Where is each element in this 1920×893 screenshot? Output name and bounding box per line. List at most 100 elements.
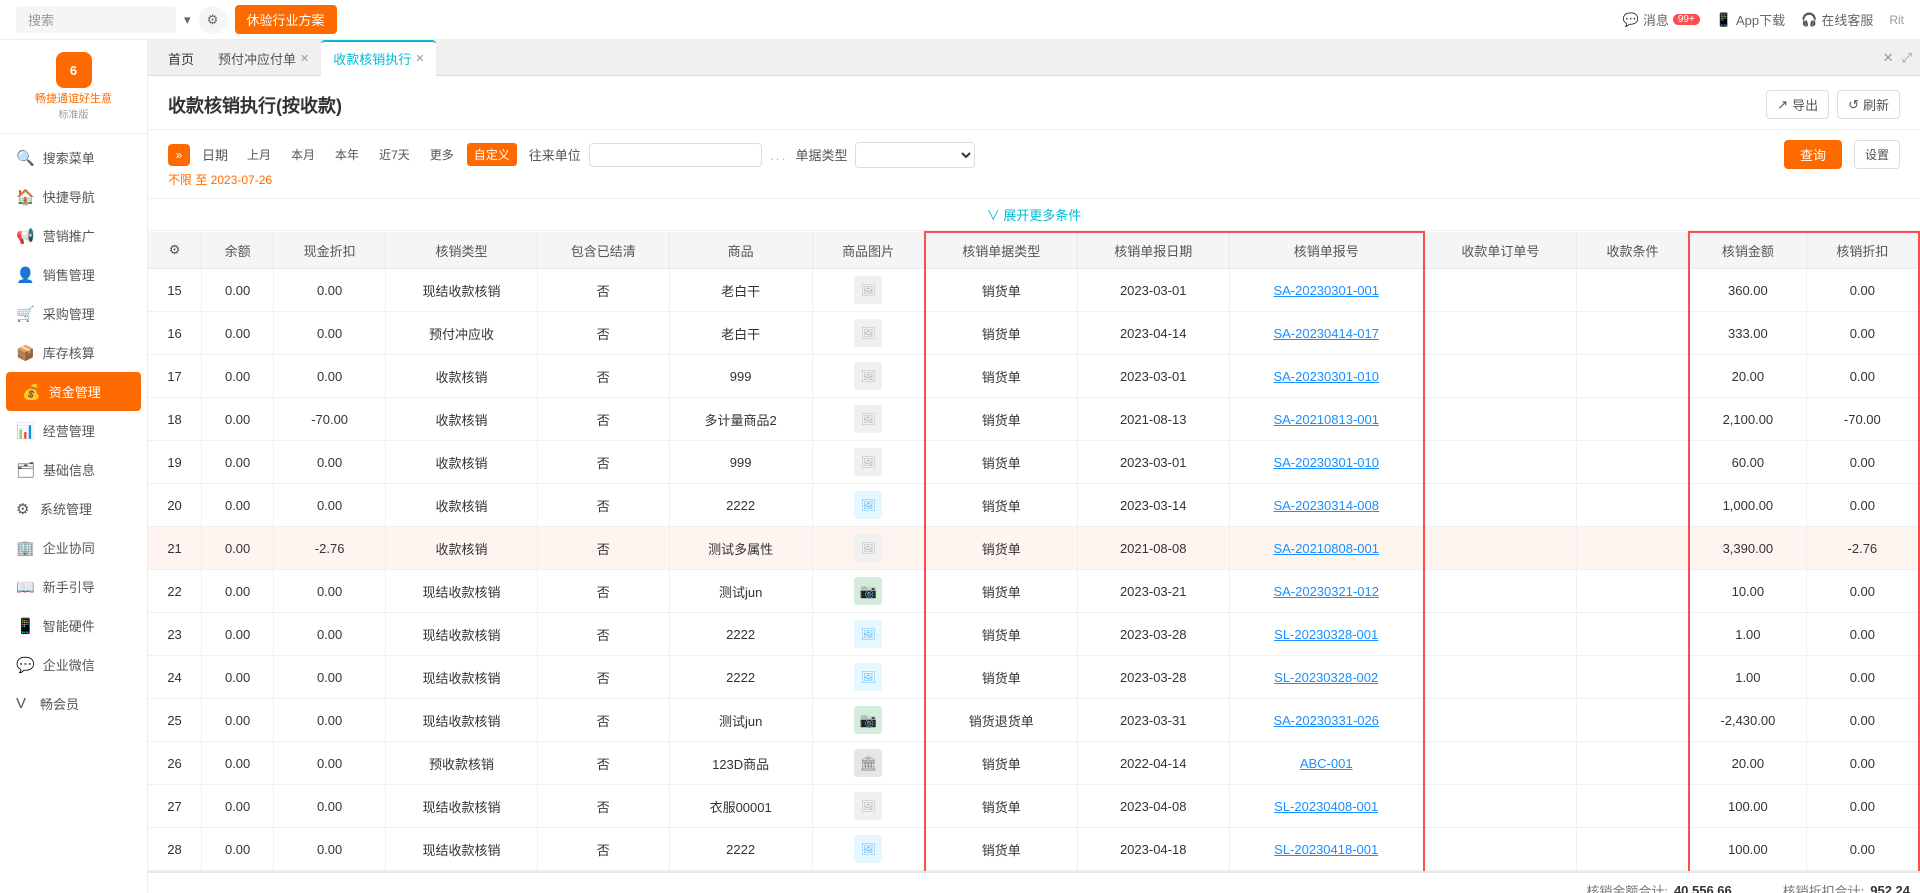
export-button[interactable]: ↗ 导出 <box>1766 90 1829 119</box>
cell-writeoff-bill-no[interactable]: SA-20230314-008 <box>1229 484 1424 527</box>
online-service-entry[interactable]: 🎧 在线客服 <box>1801 10 1873 29</box>
sidebar-item-sales[interactable]: 👤 销售管理 <box>0 255 147 294</box>
sidebar-item-search-menu[interactable]: 🔍 搜索菜单 <box>0 138 147 177</box>
cell-writeoff-bill-no[interactable]: SA-20230301-010 <box>1229 355 1424 398</box>
sidebar-item-finance[interactable]: 💰 资金管理 <box>6 372 141 411</box>
cell-writeoff-bill-no[interactable]: SA-20230301-010 <box>1229 441 1424 484</box>
refresh-button[interactable]: ↺ 刷新 <box>1837 90 1900 119</box>
tab-collection-writeoff[interactable]: 收款核销执行 ✕ <box>321 40 436 76</box>
cell-writeoff-discount: -2.76 <box>1806 527 1919 570</box>
tab-prepay[interactable]: 预付冲应付单 ✕ <box>206 40 321 76</box>
date-btn-custom[interactable]: 自定义 <box>467 143 517 166</box>
cell-writeoff-bill-no[interactable]: SL-20230328-001 <box>1229 613 1424 656</box>
user-name[interactable]: Rit <box>1889 13 1904 27</box>
date-btn-7days[interactable]: 近7天 <box>372 143 417 166</box>
cell-collection-condition <box>1576 785 1689 828</box>
cell-writeoff-discount: 0.00 <box>1806 656 1919 699</box>
cell-include-cleared: 否 <box>537 742 669 785</box>
cell-writeoff-bill-no[interactable]: SA-20210813-001 <box>1229 398 1424 441</box>
date-btn-more[interactable]: 更多 <box>423 143 461 166</box>
search-placeholder: 搜索 <box>28 13 54 28</box>
cell-writeoff-amount: 100.00 <box>1689 828 1806 871</box>
sidebar-item-label: 搜索菜单 <box>43 148 95 167</box>
sidebar-item-quick-nav[interactable]: 🏠 快捷导航 <box>0 177 147 216</box>
cell-collection-order-no <box>1424 398 1577 441</box>
message-entry[interactable]: 💬 消息 99+ <box>1623 10 1700 29</box>
cell-writeoff-bill-no[interactable]: SL-20230328-002 <box>1229 656 1424 699</box>
app-icon: 📱 <box>1716 12 1732 28</box>
cell-writeoff-bill-no[interactable]: SA-20230414-017 <box>1229 312 1424 355</box>
tab-home[interactable]: 首页 <box>156 40 206 76</box>
tab-prepay-close[interactable]: ✕ <box>300 52 309 65</box>
logo-sub: 标准版 <box>59 106 89 121</box>
cell-writeoff-bill-no[interactable]: ABC-001 <box>1229 742 1424 785</box>
filter-toggle-button[interactable]: » <box>168 144 190 166</box>
cell-writeoff-type: 收款核销 <box>386 398 538 441</box>
cell-writeoff-discount: 0.00 <box>1806 441 1919 484</box>
cell-goods-image: 🖼 <box>812 828 925 871</box>
member-icon: V <box>16 695 32 712</box>
cell-writeoff-discount: 0.00 <box>1806 570 1919 613</box>
filter-settings-button[interactable]: 设置 <box>1854 140 1900 169</box>
sidebar-item-smart-hw[interactable]: 📱 智能硬件 <box>0 606 147 645</box>
cell-writeoff-bill-date: 2023-03-28 <box>1077 613 1229 656</box>
expand-tab-icon[interactable]: ⤢ <box>1902 50 1912 66</box>
sidebar-item-wechat[interactable]: 💬 企业微信 <box>0 645 147 684</box>
top-search-box[interactable]: 搜索 <box>16 6 176 33</box>
gear-button[interactable]: ⚙ <box>199 6 227 34</box>
cell-writeoff-amount: 2,100.00 <box>1689 398 1806 441</box>
sidebar-item-business[interactable]: 📊 经营管理 <box>0 411 147 450</box>
table-row: 25 0.00 0.00 现结收款核销 否 测试jun 📷 销货退货单 2023… <box>148 699 1919 742</box>
sidebar-item-system[interactable]: ⚙ 系统管理 <box>0 489 147 528</box>
cell-writeoff-bill-type: 销货退货单 <box>925 699 1078 742</box>
cell-writeoff-discount: 0.00 <box>1806 613 1919 656</box>
cell-collection-condition <box>1576 742 1689 785</box>
cell-writeoff-bill-no[interactable]: SL-20230408-001 <box>1229 785 1424 828</box>
date-btn-last-month[interactable]: 上月 <box>240 143 278 166</box>
tab-collection-close[interactable]: ✕ <box>415 52 424 65</box>
cell-writeoff-discount: 0.00 <box>1806 312 1919 355</box>
cell-cash-discount: 0.00 <box>274 312 386 355</box>
filter-unit-group: 往来单位 ... 单据类型 <box>529 142 1772 168</box>
cell-writeoff-bill-type: 销货单 <box>925 441 1078 484</box>
sidebar-item-member[interactable]: V 畅会员 <box>0 684 147 723</box>
cell-writeoff-type: 现结收款核销 <box>386 269 538 312</box>
cell-include-cleared: 否 <box>537 828 669 871</box>
app-download-entry[interactable]: 📱 App下载 <box>1716 10 1785 29</box>
cell-writeoff-bill-no[interactable]: SA-20230321-012 <box>1229 570 1424 613</box>
cell-writeoff-bill-no[interactable]: SL-20230418-001 <box>1229 828 1424 871</box>
filter-dots: ... <box>770 147 788 163</box>
expand-more-btn[interactable]: ∨ 展开更多条件 <box>148 199 1920 231</box>
cell-cash-discount: 0.00 <box>274 742 386 785</box>
top-dropdown[interactable]: ▾ <box>184 12 191 28</box>
bill-type-select[interactable] <box>855 142 975 168</box>
sidebar-item-inventory[interactable]: 📦 库存核算 <box>0 333 147 372</box>
date-btn-this-month[interactable]: 本月 <box>284 143 322 166</box>
query-button[interactable]: 查询 <box>1784 140 1842 169</box>
close-tab-icon[interactable]: ✕ <box>1883 50 1894 66</box>
sidebar-item-enterprise[interactable]: 🏢 企业协同 <box>0 528 147 567</box>
cell-goods: 测试jun <box>669 570 812 613</box>
sidebar-item-basic-info[interactable]: 🗂 基础信息 <box>0 450 147 489</box>
cell-goods: 2222 <box>669 828 812 871</box>
cell-writeoff-discount: 0.00 <box>1806 785 1919 828</box>
date-btn-this-year[interactable]: 本年 <box>328 143 366 166</box>
cell-writeoff-bill-date: 2023-04-18 <box>1077 828 1229 871</box>
table-row: 27 0.00 0.00 现结收款核销 否 衣服00001 🖼 销货单 2023… <box>148 785 1919 828</box>
cell-collection-condition <box>1576 699 1689 742</box>
industry-solution-button[interactable]: 休验行业方案 <box>235 5 337 34</box>
top-bar: 搜索 ▾ ⚙ 休验行业方案 💬 消息 99+ 📱 App下载 🎧 在线客服 Ri… <box>0 0 1920 40</box>
col-gear[interactable]: ⚙ <box>148 232 202 269</box>
sidebar-item-purchase[interactable]: 🛒 采购管理 <box>0 294 147 333</box>
from-unit-input[interactable] <box>589 143 762 167</box>
sidebar-item-guide[interactable]: 📖 新手引导 <box>0 567 147 606</box>
page-header-actions: ↗ 导出 ↺ 刷新 <box>1766 90 1900 119</box>
cell-goods: 123D商品 <box>669 742 812 785</box>
wechat-icon: 💬 <box>16 656 35 674</box>
cell-cash-discount: 0.00 <box>274 656 386 699</box>
cell-collection-order-no <box>1424 656 1577 699</box>
cell-writeoff-bill-no[interactable]: SA-20230301-001 <box>1229 269 1424 312</box>
cell-writeoff-bill-no[interactable]: SA-20230331-026 <box>1229 699 1424 742</box>
sidebar-item-marketing[interactable]: 📢 营销推广 <box>0 216 147 255</box>
cell-writeoff-bill-no[interactable]: SA-20210808-001 <box>1229 527 1424 570</box>
